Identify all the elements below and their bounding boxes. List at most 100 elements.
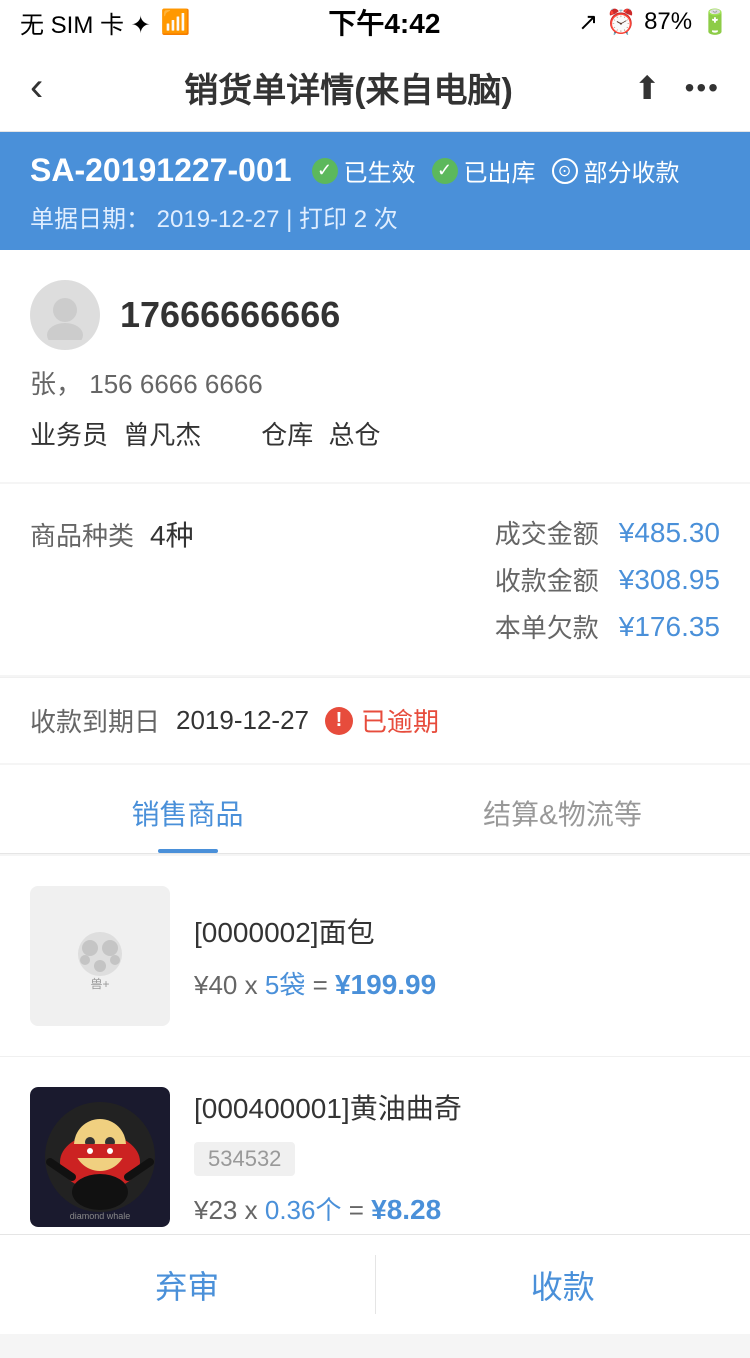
warehouse-group: 仓库 总仓: [261, 415, 380, 452]
svg-text:diamond whale: diamond whale: [70, 1211, 131, 1221]
due-label: 收款到期日: [30, 702, 160, 739]
clock-icon: ⊙: [552, 158, 578, 184]
debt-value: ¥176.35: [619, 611, 720, 643]
customer-section: 17666666666 张， 156 6666 6666 业务员 曾凡杰 仓库 …: [0, 250, 750, 482]
warehouse-label: 仓库: [261, 420, 313, 450]
amount-row: 成交金额 ¥485.30: [495, 514, 720, 551]
product-title-1: 面包: [319, 917, 375, 948]
sim-label: 无 SIM 卡 ✦: [20, 5, 151, 40]
customer-meta: 业务员 曾凡杰 仓库 总仓: [30, 415, 720, 452]
debt-row: 本单欠款 ¥176.35: [495, 608, 720, 645]
product-info-2: [000400001]黄油曲奇 534532 ¥23 x 0.36个 = ¥8.…: [194, 1087, 720, 1227]
avatar: [30, 280, 100, 350]
status-effective: 已生效: [344, 153, 416, 188]
order-number: SA-20191227-001: [30, 152, 292, 189]
status-shipped: 已出库: [464, 153, 536, 188]
sales-rep-label: 业务员: [30, 420, 108, 450]
category-group: 商品种类 4种: [30, 514, 194, 554]
tab-sales-products[interactable]: 销售商品: [0, 765, 375, 853]
status-time: 下午4:42: [328, 2, 440, 42]
due-section: 收款到期日 2019-12-27 ! 已逾期: [0, 677, 750, 763]
warehouse-value: 总仓: [329, 420, 381, 450]
check-icon-2: ✓: [432, 158, 458, 184]
bottom-bar: 弃审 收款: [0, 1234, 750, 1334]
customer-phone: 156 6666 6666: [89, 369, 263, 399]
separator: |: [286, 206, 299, 233]
total-1: ¥199.99: [335, 969, 436, 1000]
check-icon-1: ✓: [312, 158, 338, 184]
product-price-1: ¥40 x 5袋 = ¥199.99: [194, 965, 720, 1002]
date-label: 单据日期：: [30, 206, 150, 233]
nav-bar: ‹ 销货单详情(来自电脑) ⬆ •••: [0, 44, 750, 132]
received-value: ¥308.95: [619, 564, 720, 596]
overdue-icon: !: [325, 707, 353, 735]
product-image-1: 兽+: [30, 886, 170, 1026]
product-code-1: [0000002]: [194, 917, 319, 948]
amount-value: ¥485.30: [619, 517, 720, 549]
customer-phone-line: 张， 156 6666 6666: [30, 364, 720, 401]
product-image-2: diamond whale: [30, 1087, 170, 1227]
status-partial: 部分收款: [584, 153, 680, 188]
products-section: 兽+ [0000002]面包 ¥40 x 5袋 = ¥199.99: [0, 856, 750, 1258]
product-code-2: [000400001]: [194, 1093, 350, 1124]
customer-surname: 张: [30, 369, 56, 399]
wifi-icon: 📶: [161, 8, 191, 37]
share-icon[interactable]: ⬆: [634, 69, 661, 107]
product-name-1: [0000002]面包: [194, 911, 720, 951]
category-count: 4种: [150, 514, 194, 554]
customer-top: 17666666666: [30, 280, 720, 350]
equals-1: =: [313, 970, 335, 1000]
print-unit: 次: [374, 206, 398, 233]
back-button[interactable]: ‹: [30, 65, 63, 110]
received-label: 收款金额: [495, 561, 599, 598]
sales-rep-value: 曾凡杰: [123, 420, 201, 450]
total-2: ¥8.28: [371, 1194, 441, 1225]
battery-icon: 🔋: [700, 8, 730, 37]
amount-group: 成交金额 ¥485.30 收款金额 ¥308.95 本单欠款 ¥176.35: [495, 514, 720, 645]
nav-actions: ⬆ •••: [634, 69, 720, 107]
badge-effective: ✓ 已生效: [312, 153, 416, 188]
due-date-value: 2019-12-27: [176, 705, 309, 736]
tabs-section: 销售商品 结算&物流等: [0, 765, 750, 854]
product-info-1: [0000002]面包 ¥40 x 5袋 = ¥199.99: [194, 886, 720, 1026]
product-batch-2: 534532: [194, 1142, 295, 1176]
status-left: 无 SIM 卡 ✦ 📶: [20, 5, 191, 40]
badge-shipped: ✓ 已出库: [432, 153, 536, 188]
battery-label: 87%: [644, 8, 692, 36]
equals-2: =: [349, 1195, 371, 1225]
product-title-2: 黄油曲奇: [350, 1093, 462, 1124]
amount-label: 成交金额: [495, 514, 599, 551]
received-row: 收款金额 ¥308.95: [495, 561, 720, 598]
product-item-2: diamond whale [000400001]黄油曲奇 534532 ¥23…: [0, 1057, 750, 1258]
cancel-button[interactable]: 弃审: [0, 1235, 375, 1334]
location-icon: ↗: [578, 8, 598, 37]
confirm-button[interactable]: 收款: [376, 1235, 750, 1334]
product-name-2: [000400001]黄油曲奇: [194, 1087, 720, 1127]
header-banner: SA-20191227-001 ✓ 已生效 ✓ 已出库 ⊙ 部分收款 单据日期：…: [0, 132, 750, 250]
order-date-line: 单据日期： 2019-12-27 | 打印 2 次: [30, 199, 720, 234]
summary-section: 商品种类 4种 成交金额 ¥485.30 收款金额 ¥308.95 本单欠款 ¥…: [0, 484, 750, 675]
multiply-1: x: [245, 970, 265, 1000]
status-right: ↗ ⏰ 87% 🔋: [578, 8, 730, 37]
category-label: 商品种类: [30, 516, 134, 553]
product-price-2: ¥23 x 0.36个 = ¥8.28: [194, 1190, 720, 1227]
badge-partial: ⊙ 部分收款: [552, 153, 680, 188]
tab-settlement[interactable]: 结算&物流等: [375, 765, 750, 853]
status-badges: ✓ 已生效 ✓ 已出库 ⊙ 部分收款: [312, 153, 680, 188]
product-item: 兽+ [0000002]面包 ¥40 x 5袋 = ¥199.99: [0, 856, 750, 1057]
overdue-badge: ! 已逾期: [325, 702, 439, 739]
alarm-icon: ⏰: [606, 8, 636, 37]
overdue-text: 已逾期: [361, 702, 439, 739]
unit-price-2: ¥23: [194, 1195, 237, 1225]
qty-1: 5袋: [265, 970, 305, 1000]
customer-id: 17666666666: [120, 294, 340, 336]
status-bar: 无 SIM 卡 ✦ 📶 下午4:42 ↗ ⏰ 87% 🔋: [0, 0, 750, 44]
debt-label: 本单欠款: [495, 608, 599, 645]
more-icon[interactable]: •••: [685, 72, 720, 104]
qty-2: 0.36个: [265, 1195, 342, 1225]
svg-text:兽+: 兽+: [90, 977, 109, 991]
print-label: 打印: [299, 206, 347, 233]
page-title: 销货单详情(来自电脑): [63, 63, 633, 112]
multiply-2: x: [245, 1195, 265, 1225]
print-count: 2: [354, 206, 367, 233]
